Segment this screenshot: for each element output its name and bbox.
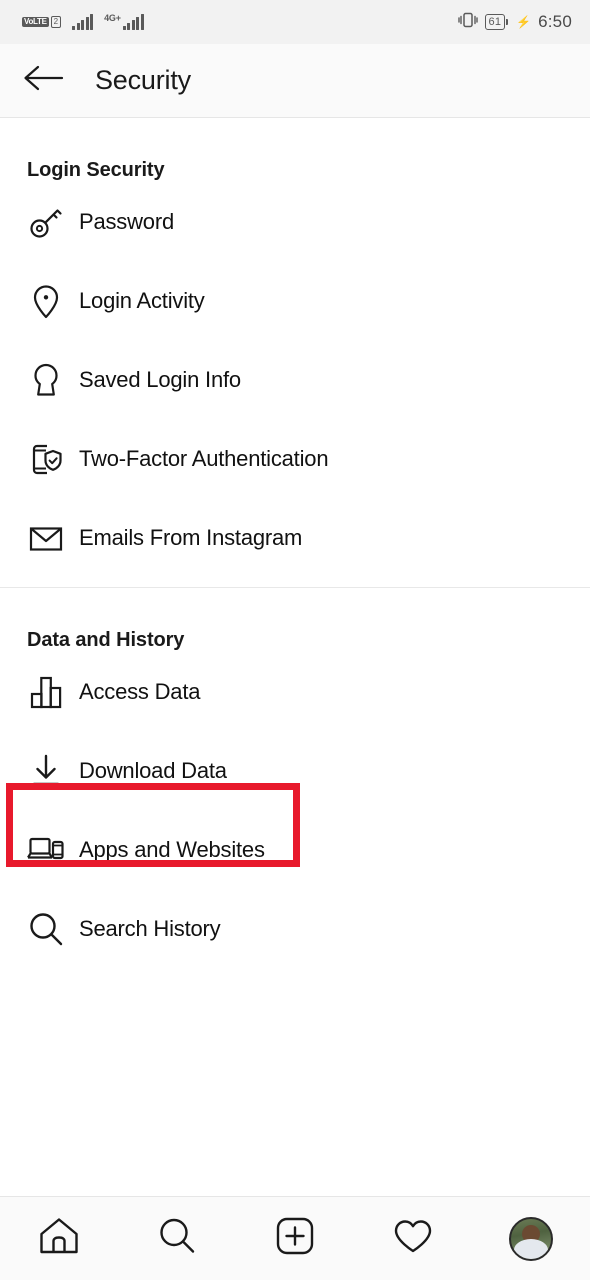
status-bar: VoLTE 2 4G+ 61 ⚡ 6:50 — [0, 0, 590, 44]
bottom-navigation-bar — [0, 1196, 590, 1280]
nav-activity[interactable] — [373, 1207, 453, 1271]
list-item-label: Access Data — [79, 678, 201, 704]
list-item-emails-from-instagram[interactable]: Emails From Instagram — [0, 498, 590, 577]
battery-tip-icon — [506, 19, 509, 25]
profile-avatar-icon — [509, 1216, 553, 1261]
add-post-icon — [272, 1213, 318, 1264]
heart-icon — [390, 1213, 436, 1264]
home-icon — [36, 1213, 82, 1264]
charging-bolt-icon: ⚡ — [516, 15, 532, 29]
list-item-two-factor-authentication[interactable]: Two-Factor Authentication — [0, 419, 590, 498]
nav-profile[interactable] — [491, 1207, 571, 1271]
download-arrow-icon — [24, 749, 68, 793]
magnifier-icon — [24, 907, 68, 951]
signal-bars-sim1-icon — [72, 13, 94, 30]
back-button[interactable] — [20, 58, 66, 104]
nav-new-post[interactable] — [255, 1207, 335, 1271]
list-item-label: Emails From Instagram — [79, 524, 303, 550]
phone-screen: VoLTE 2 4G+ 61 ⚡ 6:50 Security Login Sec… — [0, 0, 590, 1280]
section-title-data-and-history: Data and History — [27, 629, 185, 651]
network-type-indicator: 4G+ — [104, 14, 144, 30]
battery-level-label: 61 — [484, 14, 506, 30]
status-bar-right: 61 ⚡ 6:50 — [457, 12, 572, 33]
list-item-label: Search History — [79, 915, 221, 941]
network-type-label: 4G+ — [104, 13, 121, 23]
sim-number-label: 2 — [50, 16, 62, 28]
list-item-access-data[interactable]: Access Data — [0, 652, 590, 731]
page-title: Security — [95, 65, 191, 95]
key-icon — [24, 200, 68, 244]
signal-bars-sim2-icon — [122, 14, 144, 30]
volte-indicator: VoLTE 2 — [22, 16, 62, 28]
battery-indicator: 61 — [484, 14, 509, 30]
list-item-password[interactable]: Password — [0, 182, 590, 261]
volte-label: VoLTE — [22, 17, 49, 27]
list-item-login-activity[interactable]: Login Activity — [0, 261, 590, 340]
list-item-download-data[interactable]: Download Data — [0, 731, 590, 810]
list-item-label: Download Data — [79, 757, 227, 783]
nav-search[interactable] — [137, 1207, 217, 1271]
vibrate-icon — [457, 12, 478, 33]
list-item-apps-and-websites[interactable]: Apps and Websites — [0, 810, 590, 889]
bar-chart-icon — [24, 670, 68, 714]
search-icon — [154, 1213, 200, 1264]
laptop-phone-icon — [24, 828, 68, 872]
list-item-label: Password — [79, 208, 174, 234]
section-title-login-security: Login Security — [27, 159, 165, 181]
status-bar-left: VoLTE 2 4G+ — [22, 13, 144, 30]
list-item-label: Apps and Websites — [79, 836, 265, 862]
settings-list: Login Security Password Login Activity S… — [0, 118, 590, 968]
back-arrow-icon — [22, 63, 64, 98]
list-item-label: Saved Login Info — [79, 366, 241, 392]
envelope-icon — [24, 516, 68, 560]
keyhole-icon — [24, 358, 68, 402]
clock-label: 6:50 — [538, 12, 572, 31]
phone-shield-icon — [24, 437, 68, 481]
list-item-saved-login-info[interactable]: Saved Login Info — [0, 340, 590, 419]
app-header: Security — [0, 44, 590, 118]
nav-home[interactable] — [19, 1207, 99, 1271]
list-item-search-history[interactable]: Search History — [0, 889, 590, 968]
list-item-label: Login Activity — [79, 287, 205, 313]
location-pin-icon — [24, 279, 68, 323]
list-item-label: Two-Factor Authentication — [79, 445, 329, 471]
